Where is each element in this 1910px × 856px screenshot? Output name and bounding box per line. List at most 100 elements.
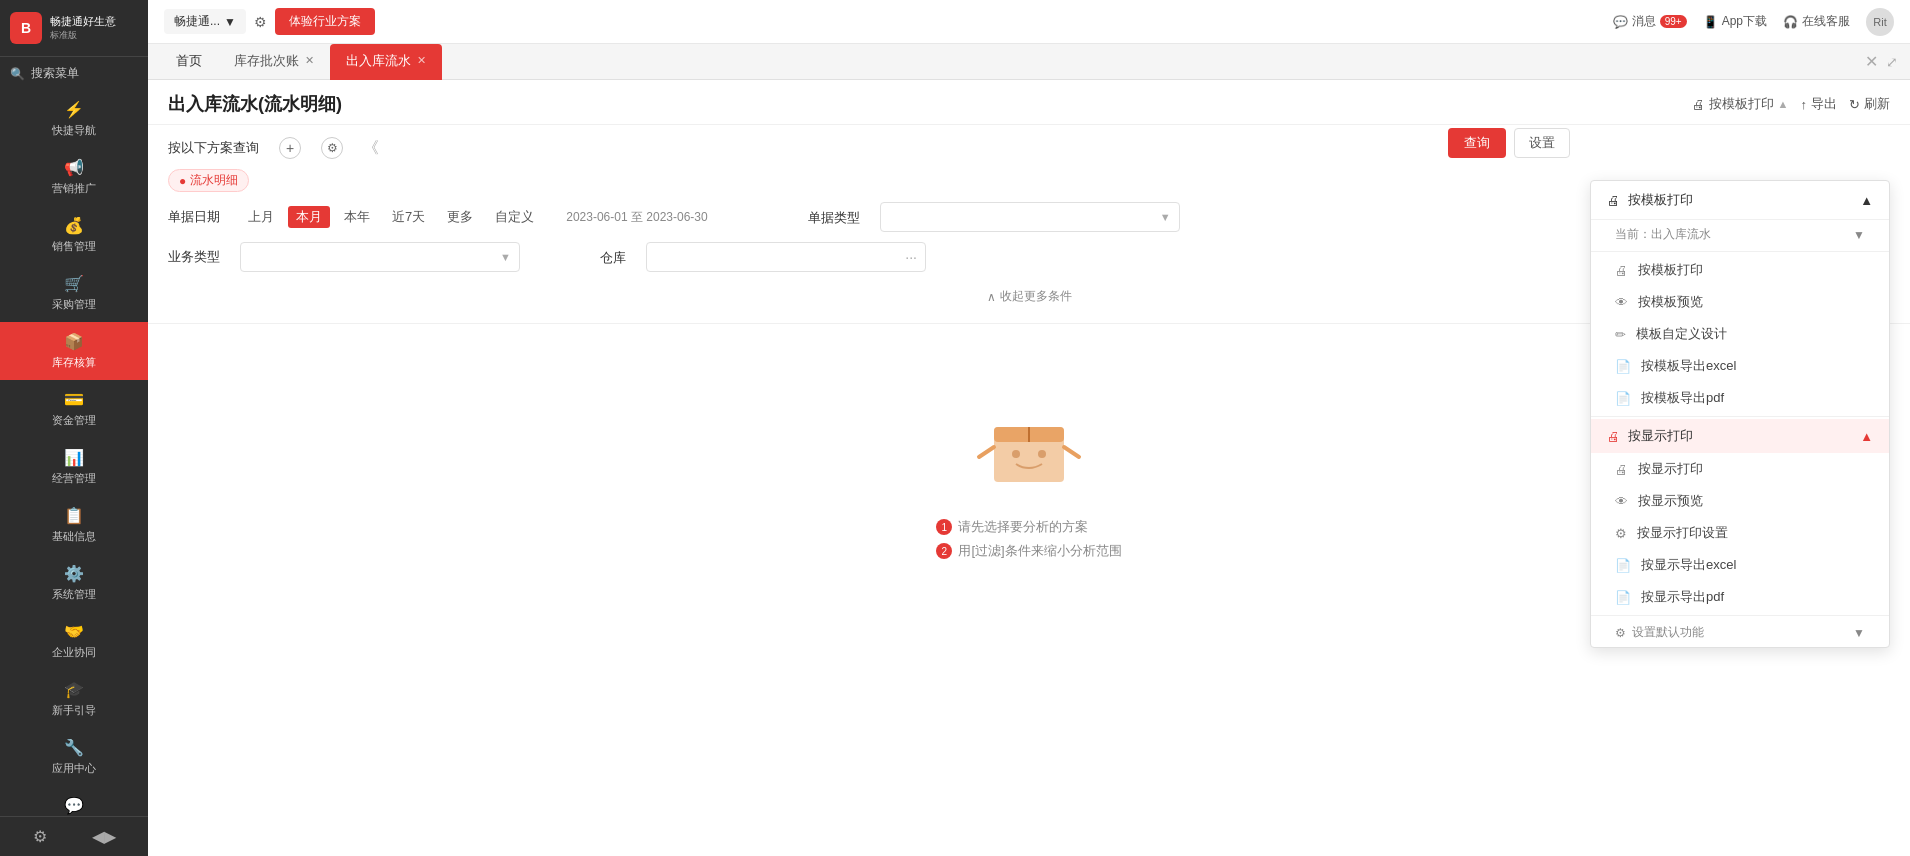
empty-step-1: 1 请先选择要分析的方案 xyxy=(936,518,1121,536)
logo-icon: B xyxy=(10,12,42,44)
dp-item-template-pdf[interactable]: 📄 按模板导出pdf xyxy=(1591,382,1889,414)
sidebar-nav: ⚡ 快捷导航 📢 营销推广 💰 销售管理 🛒 采购管理 📦 库存核算 💳 资金管… xyxy=(0,90,148,816)
export-label: 导出 xyxy=(1811,95,1837,113)
filter-collapse-button[interactable]: 《 xyxy=(363,138,379,159)
sidebar-item-guide[interactable]: 🎓 新手引导 xyxy=(0,670,148,728)
sidebar-item-label: 经营管理 xyxy=(52,471,96,486)
tab-expand-icon[interactable]: ⤢ xyxy=(1886,54,1898,70)
dp-section-display-content: 🖨 按显示打印 xyxy=(1607,427,1693,445)
app-download-item[interactable]: 📱 App下载 xyxy=(1703,13,1767,30)
header-username[interactable]: 畅捷通... ▼ xyxy=(164,9,246,34)
sidebar-item-quick-nav[interactable]: ⚡ 快捷导航 xyxy=(0,90,148,148)
dp-template-excel-label: 按模板导出excel xyxy=(1641,357,1736,375)
logo-title: 畅捷通好生意 xyxy=(50,14,116,28)
dp-item-display-preview[interactable]: 👁 按显示预览 xyxy=(1591,485,1889,517)
logo-badge: 标准版 xyxy=(50,29,116,42)
dp-item-display-settings[interactable]: ⚙ 按显示打印设置 xyxy=(1591,517,1889,549)
step1-num: 1 xyxy=(936,519,952,535)
sidebar-item-operation[interactable]: 📊 经营管理 xyxy=(0,438,148,496)
tab-batch-close-icon[interactable]: ✕ xyxy=(305,54,314,67)
quick-nav-icon: ⚡ xyxy=(64,100,84,119)
sidebar-search[interactable]: 🔍 搜索菜单 xyxy=(0,57,148,90)
dp-header: 🖨 按模板打印 ▲ xyxy=(1591,181,1889,220)
dp-header-content: 🖨 按模板打印 xyxy=(1607,191,1693,209)
date-opt-custom[interactable]: 自定义 xyxy=(487,206,542,228)
sidebar-item-label: 系统管理 xyxy=(52,587,96,602)
empty-step-2: 2 用[过滤]条件来缩小分析范围 xyxy=(936,542,1121,560)
dp-item-template-preview[interactable]: 👁 按模板预览 xyxy=(1591,286,1889,318)
print-template-btn[interactable]: 🖨 按模板打印 ▲ xyxy=(1692,95,1789,113)
phone-icon: 📱 xyxy=(1703,15,1718,29)
query-button[interactable]: 查询 xyxy=(1448,128,1506,158)
collapse-icon[interactable]: ◀▶ xyxy=(92,827,116,846)
export-btn[interactable]: ↑ 导出 xyxy=(1801,95,1838,113)
settings-button[interactable]: 设置 xyxy=(1514,128,1570,158)
tab-flow[interactable]: 出入库流水 ✕ xyxy=(330,44,442,80)
header-right: 💬 消息 99+ 📱 App下载 🎧 在线客服 Rit xyxy=(1613,8,1894,36)
dp-current-label: 当前：出入库流水 xyxy=(1615,226,1711,243)
sidebar-item-purchase[interactable]: 🛒 采购管理 xyxy=(0,264,148,322)
dp-item-template-design[interactable]: ✏ 模板自定义设计 xyxy=(1591,318,1889,350)
dp-current: 当前：出入库流水 ▼ xyxy=(1591,220,1889,249)
biz-type-select[interactable]: ▼ xyxy=(240,242,520,272)
dp-current-arrow-icon[interactable]: ▼ xyxy=(1853,228,1865,242)
tab-home[interactable]: 首页 xyxy=(160,44,218,80)
warehouse-more-icon[interactable]: ··· xyxy=(905,249,917,265)
dp-display-pdf-label: 按显示导出pdf xyxy=(1641,588,1724,606)
purchase-icon: 🛒 xyxy=(64,274,84,293)
date-opt-last-month[interactable]: 上月 xyxy=(240,206,282,228)
tab-batch-account[interactable]: 库存批次账 ✕ xyxy=(218,44,330,80)
dp-item-display-excel[interactable]: 📄 按显示导出excel xyxy=(1591,549,1889,581)
export-icon: ↑ xyxy=(1801,97,1808,112)
message-item[interactable]: 💬 消息 99+ xyxy=(1613,13,1687,30)
dp-item-template-print[interactable]: 🖨 按模板打印 xyxy=(1591,254,1889,286)
empty-icon xyxy=(969,382,1089,502)
header-gear-icon[interactable]: ⚙ xyxy=(254,14,267,30)
dp-item-display-print[interactable]: 🖨 按显示打印 xyxy=(1591,453,1889,485)
sidebar-bottom: ⚙ ◀▶ xyxy=(0,816,148,856)
search-icon: 🔍 xyxy=(10,67,25,81)
doc-type-select[interactable]: ▼ xyxy=(880,202,1180,232)
settings-icon[interactable]: ⚙ xyxy=(33,827,47,846)
dp-section-display[interactable]: 🖨 按显示打印 ▲ xyxy=(1591,419,1889,453)
sidebar-item-collab[interactable]: 🤝 企业协同 xyxy=(0,612,148,670)
sidebar-item-appstore[interactable]: 🔧 应用中心 xyxy=(0,728,148,786)
sidebar-item-inventory[interactable]: 📦 库存核算 xyxy=(0,322,148,380)
dp-section-arrow-up-icon: ▲ xyxy=(1860,429,1873,444)
dp-display-preview-label: 按显示预览 xyxy=(1638,492,1703,510)
dp-item-template-excel[interactable]: 📄 按模板导出excel xyxy=(1591,350,1889,382)
user-avatar[interactable]: Rit xyxy=(1866,8,1894,36)
filter-tag[interactable]: ● 流水明细 xyxy=(168,169,249,192)
sidebar-item-finance[interactable]: 💳 资金管理 xyxy=(0,380,148,438)
avatar-text: Rit xyxy=(1873,16,1886,28)
date-opt-this-year[interactable]: 本年 xyxy=(336,206,378,228)
tab-close-panel-icon[interactable]: ✕ xyxy=(1865,52,1878,71)
username-text: 畅捷通... xyxy=(174,13,220,30)
sidebar-item-basic[interactable]: 📋 基础信息 xyxy=(0,496,148,554)
filter-settings-button[interactable]: ⚙ xyxy=(321,137,343,159)
date-opt-7days[interactable]: 近7天 xyxy=(384,206,433,228)
refresh-btn[interactable]: ↻ 刷新 xyxy=(1849,95,1890,113)
dp-template-pdf-label: 按模板导出pdf xyxy=(1641,389,1724,407)
online-service-item[interactable]: 🎧 在线客服 xyxy=(1783,13,1850,30)
warehouse-select[interactable]: ··· xyxy=(646,242,926,272)
sidebar-item-label: 资金管理 xyxy=(52,413,96,428)
dp-template-excel-icon: 📄 xyxy=(1615,359,1631,374)
guide-icon: 🎓 xyxy=(64,680,84,699)
date-opt-this-month[interactable]: 本月 xyxy=(288,206,330,228)
dp-print-icon: 🖨 xyxy=(1607,193,1620,208)
dp-divider-2 xyxy=(1591,416,1889,417)
sidebar-item-sales[interactable]: 💰 销售管理 xyxy=(0,206,148,264)
page-header: 出入库流水(流水明细) 🖨 按模板打印 ▲ ↑ 导出 ↻ 刷新 xyxy=(148,80,1910,125)
dp-collapse-arrow-icon[interactable]: ▲ xyxy=(1860,193,1873,208)
tab-flow-close-icon[interactable]: ✕ xyxy=(417,54,426,67)
filter-add-button[interactable]: + xyxy=(279,137,301,159)
trial-button[interactable]: 体验行业方案 xyxy=(275,8,375,35)
dp-template-print-icon: 🖨 xyxy=(1615,263,1628,278)
sidebar-item-marketing[interactable]: 📢 营销推广 xyxy=(0,148,148,206)
sidebar-item-wechat[interactable]: 💬 企业微信 xyxy=(0,786,148,816)
date-opt-more[interactable]: 更多 xyxy=(439,206,481,228)
sidebar-item-system[interactable]: ⚙️ 系统管理 xyxy=(0,554,148,612)
dp-item-display-pdf[interactable]: 📄 按显示导出pdf xyxy=(1591,581,1889,613)
dp-footer[interactable]: ⚙ 设置默认功能 ▼ xyxy=(1591,618,1889,647)
